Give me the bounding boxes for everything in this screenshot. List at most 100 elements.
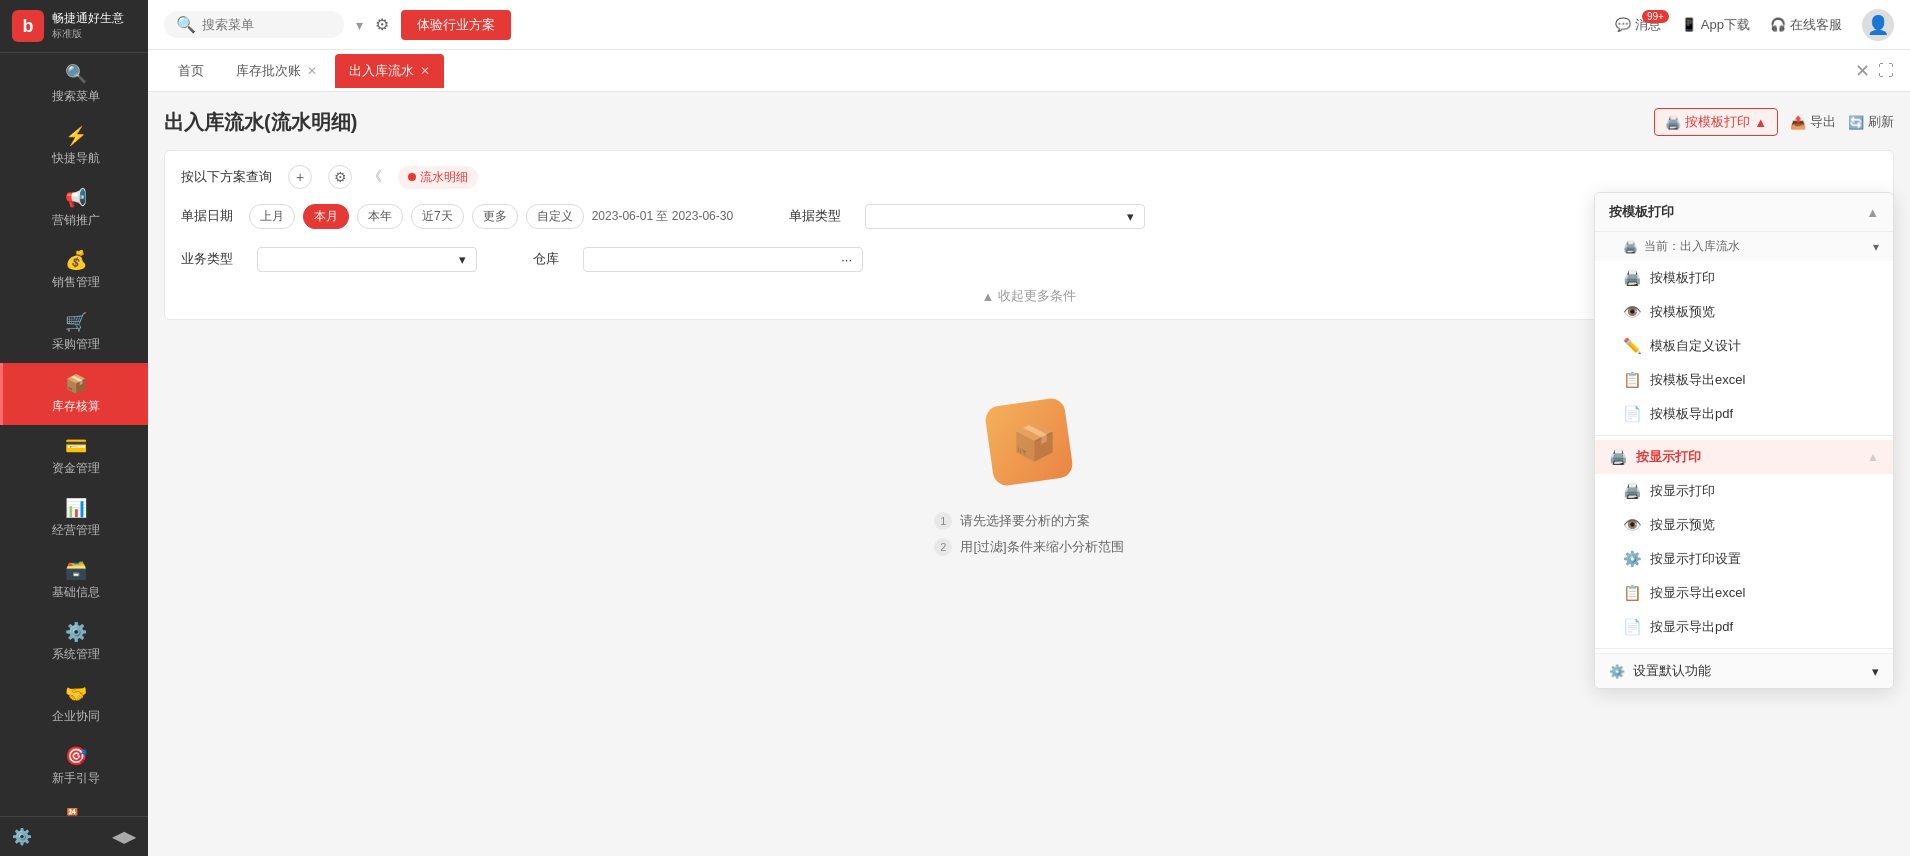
chip-last-month[interactable]: 上月 (249, 204, 295, 229)
app-version: 标准版 (52, 27, 124, 41)
display-excel-icon: 📋 (1623, 584, 1642, 602)
display-preview-label: 按显示预览 (1650, 516, 1879, 534)
dropdown-display-preview[interactable]: 👁️ 按显示预览 (1595, 508, 1893, 542)
dropdown-template-excel[interactable]: 📋 按模板导出excel (1595, 363, 1893, 397)
page-title: 出入库流水(流水明细) (164, 109, 357, 136)
sidebar-item-sales[interactable]: 💰 销售管理 (0, 239, 148, 301)
sidebar-item-finance[interactable]: 💳 资金管理 (0, 425, 148, 487)
sidebar-item-operation[interactable]: 📊 经营管理 (0, 487, 148, 549)
sidebar-item-appstore[interactable]: 🏪 应用中心 (0, 797, 148, 816)
trial-button[interactable]: 体验行业方案 (401, 10, 511, 40)
dropdown-display-excel[interactable]: 📋 按显示导出excel (1595, 576, 1893, 610)
dropdown-template-preview[interactable]: 👁️ 按模板预览 (1595, 295, 1893, 329)
filter-type-select[interactable]: ▾ (865, 204, 1145, 229)
user-avatar[interactable]: 👤 (1862, 9, 1894, 41)
tab-flow[interactable]: 出入库流水 ✕ (335, 54, 444, 88)
dropdown-template-customize[interactable]: ✏️ 模板自定义设计 (1595, 329, 1893, 363)
display-pdf-label: 按显示导出pdf (1650, 618, 1879, 636)
filter-warehouse-label: 仓库 (533, 250, 559, 268)
sidebar-item-system[interactable]: ⚙️ 系统管理 (0, 611, 148, 673)
template-excel-label: 按模板导出excel (1650, 371, 1879, 389)
dropdown-close-chevron[interactable]: ▲ (1866, 205, 1879, 220)
sidebar-item-label: 快捷导航 (52, 150, 100, 167)
filter-settings-icon[interactable]: ⚙ (328, 165, 352, 189)
sidebar-item-label: 新手引导 (52, 770, 100, 787)
sidebar-item-inventory[interactable]: 📦 库存核算 (0, 363, 148, 425)
dropdown-template-print[interactable]: 🖨️ 按模板打印 (1595, 261, 1893, 295)
topbar-messages[interactable]: 💬 消息 99+ (1615, 16, 1661, 34)
template-print-button[interactable]: 🖨️ 按模板打印 ▲ (1654, 108, 1778, 136)
topbar-search-box[interactable]: 🔍 (164, 11, 344, 38)
inventory-icon: 📦 (65, 373, 87, 395)
system-icon: ⚙️ (65, 621, 87, 643)
topbar-search-chevron[interactable]: ▾ (356, 17, 363, 33)
topbar-settings-icon[interactable]: ⚙ (375, 15, 389, 34)
tab-home[interactable]: 首页 (164, 54, 218, 88)
topbar-app-download[interactable]: 📱 App下载 (1681, 16, 1750, 34)
export-button[interactable]: 📤 导出 (1790, 113, 1836, 131)
sidebar-item-label: 系统管理 (52, 646, 100, 663)
template-customize-icon: ✏️ (1623, 337, 1642, 355)
chip-custom[interactable]: 自定义 (526, 204, 584, 229)
quick-icon: ⚡ (65, 125, 87, 147)
filter-top-row: 按以下方案查询 + ⚙ 《 流水明细 (181, 165, 1877, 189)
tab-batch-close[interactable]: ✕ (307, 64, 317, 78)
app-label: App下载 (1701, 16, 1750, 34)
chip-this-year[interactable]: 本年 (357, 204, 403, 229)
sidebar-item-search[interactable]: 🔍 搜索菜单 (0, 53, 148, 115)
sidebar-item-basic[interactable]: 🗃️ 基础信息 (0, 549, 148, 611)
dropdown-footer[interactable]: ⚙️ 设置默认功能 ▾ (1595, 653, 1893, 688)
export-label: 导出 (1810, 113, 1836, 131)
settings-bottom-icon[interactable]: ⚙️ (12, 827, 32, 846)
chip-more[interactable]: 更多 (472, 204, 518, 229)
tab-flow-close[interactable]: ✕ (420, 64, 430, 78)
tab-batch[interactable]: 库存批次账 ✕ (222, 54, 331, 88)
active-filter-tag: 流水明细 (398, 166, 478, 189)
sidebar-item-label: 营销推广 (52, 212, 100, 229)
filter-scheme-label: 按以下方案查询 (181, 168, 272, 186)
sidebar-item-quick[interactable]: ⚡ 快捷导航 (0, 115, 148, 177)
refresh-button[interactable]: 🔄 刷新 (1848, 113, 1894, 131)
dropdown-title: 按模板打印 (1609, 203, 1674, 221)
filter-date-label: 单据日期 (181, 207, 233, 225)
template-pdf-icon: 📄 (1623, 405, 1642, 423)
dropdown-display-print-header[interactable]: 🖨️ 按显示打印 ▲ (1595, 440, 1893, 474)
template-customize-label: 模板自定义设计 (1650, 337, 1879, 355)
dropdown-display-print[interactable]: 🖨️ 按显示打印 (1595, 474, 1893, 508)
empty-tip-1: 1 请先选择要分析的方案 (934, 512, 1123, 530)
sidebar-logo: b 畅捷通好生意 标准版 (0, 0, 148, 53)
topbar-search-input[interactable] (202, 17, 322, 32)
sidebar-bottom: ⚙️ ◀▶ (0, 816, 148, 856)
sidebar-item-coop[interactable]: 🤝 企业协同 (0, 673, 148, 735)
app-name: 畅捷通好生意 (52, 11, 124, 27)
template-print-label: 按模板打印 (1650, 269, 1879, 287)
filter-warehouse-select[interactable]: ··· (583, 247, 863, 272)
filter-tag-dot (408, 173, 416, 181)
dropdown-display-print-settings[interactable]: ⚙️ 按显示打印设置 (1595, 542, 1893, 576)
sidebar-item-purchase[interactable]: 🛒 采购管理 (0, 301, 148, 363)
chip-this-month[interactable]: 本月 (303, 204, 349, 229)
topbar-service[interactable]: 🎧 在线客服 (1770, 16, 1842, 34)
dropdown-separator (1595, 435, 1893, 436)
collapse-sidebar-icon[interactable]: ◀▶ (112, 827, 136, 846)
close-tab-button[interactable]: ✕ (1855, 60, 1870, 82)
expand-tab-button[interactable]: ⛶ (1878, 62, 1894, 80)
collapse-label: 收起更多条件 (998, 287, 1076, 305)
sidebar-item-marketing[interactable]: 📢 营销推广 (0, 177, 148, 239)
display-print-label: 按显示打印 (1650, 482, 1879, 500)
sidebar-item-label: 经营管理 (52, 522, 100, 539)
current-label: 当前：出入库流水 (1644, 238, 1740, 255)
filter-add-button[interactable]: + (288, 165, 312, 189)
main-area: 🔍 ▾ ⚙ 体验行业方案 💬 消息 99+ 📱 App下载 🎧 在线客服 👤 (148, 0, 1910, 856)
print-dropdown-panel: 按模板打印 ▲ 🖨️ 当前：出入库流水 ▾ 🖨️ 按模板打印 👁️ 按模板预览 … (1594, 192, 1894, 689)
dropdown-template-pdf[interactable]: 📄 按模板导出pdf (1595, 397, 1893, 431)
dropdown-display-pdf[interactable]: 📄 按显示导出pdf (1595, 610, 1893, 644)
footer-chevron: ▾ (1872, 664, 1879, 679)
filter-biz-select[interactable]: ▾ (257, 247, 477, 272)
filter-collapse-icon[interactable]: 《 (368, 168, 382, 186)
coop-icon: 🤝 (65, 683, 87, 705)
chip-7days[interactable]: 近7天 (411, 204, 464, 229)
sidebar-item-label: 企业协同 (52, 708, 100, 725)
tabbar-actions: ✕ ⛶ (1855, 60, 1894, 82)
sidebar-item-guide[interactable]: 🎯 新手引导 (0, 735, 148, 797)
